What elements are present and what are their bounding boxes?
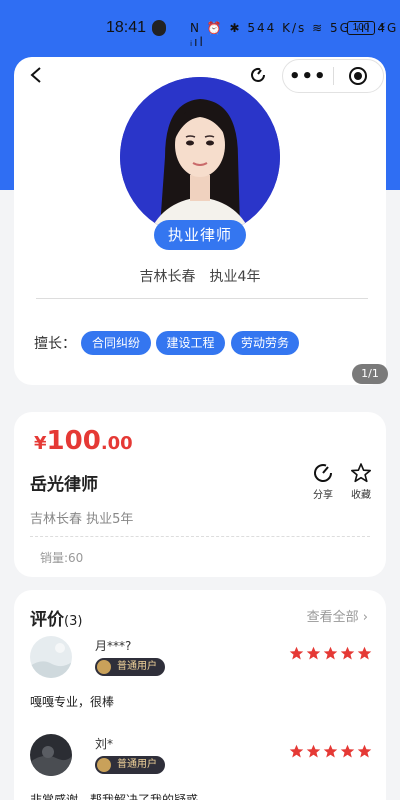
share-label: 分享 bbox=[313, 490, 333, 501]
share-button[interactable]: 分享 bbox=[308, 462, 338, 501]
qq-icon bbox=[152, 20, 166, 36]
reviews-card: 评价(3) 查看全部 › 月***? 普通用户 嘎嘎专业，很棒 刘* 普通用户 … bbox=[14, 590, 386, 800]
close-miniprogram-button[interactable] bbox=[333, 66, 383, 86]
lawyer-title-badge: 执业律师 bbox=[154, 220, 246, 250]
sales-count: 销量:60 bbox=[40, 551, 84, 565]
charging-icon: ⚡ bbox=[378, 20, 387, 34]
reviewer-name: 刘* bbox=[95, 737, 114, 751]
reviews-title: 评价(3) bbox=[30, 605, 82, 630]
product-card: ¥100.00 岳光律师 吉林长春 执业5年 分享 收藏 销量:60 bbox=[14, 412, 386, 577]
review-item: 月***? 普通用户 嘎嘎专业，很棒 bbox=[28, 636, 372, 736]
status-time: 18:41 bbox=[106, 19, 147, 36]
star-icon bbox=[340, 744, 355, 758]
dashed-divider bbox=[30, 536, 370, 537]
star-icon bbox=[289, 744, 304, 758]
page-indicator: 1/1 bbox=[352, 364, 388, 384]
price-symbol: ¥ bbox=[34, 433, 47, 454]
review-item: 刘* 普通用户 非常感谢，帮我解决了我的疑惑。 bbox=[28, 734, 372, 800]
refresh-icon bbox=[251, 67, 265, 82]
price-decimal: .00 bbox=[100, 433, 133, 454]
target-close-icon bbox=[349, 67, 368, 85]
price-integer: 100 bbox=[46, 426, 101, 456]
badge-label: 普通用户 bbox=[117, 759, 157, 770]
star-icon bbox=[306, 646, 321, 660]
chevron-left-icon bbox=[30, 67, 41, 83]
more-button[interactable]: ••• bbox=[283, 66, 333, 87]
profile-card: ••• 执业律师 吉林长春 执业4年 擅长： 合同纠纷 建设工程 劳动劳务 1/… bbox=[14, 57, 388, 385]
battery-icon: 100 bbox=[347, 21, 375, 35]
lawyer-photo bbox=[120, 77, 280, 237]
star-icon bbox=[357, 744, 372, 758]
star-icon bbox=[306, 744, 321, 758]
location-experience: 吉林长春 执业4年 bbox=[139, 269, 261, 285]
lawyer-subtitle: 吉林长春 执业5年 bbox=[30, 512, 134, 527]
favorite-label: 收藏 bbox=[351, 490, 371, 501]
skill-tag: 建设工程 bbox=[156, 331, 225, 355]
badge-label: 普通用户 bbox=[117, 661, 157, 672]
medal-icon bbox=[97, 660, 111, 674]
rating-stars bbox=[289, 744, 372, 759]
star-icon bbox=[323, 744, 338, 758]
back-button[interactable] bbox=[16, 57, 56, 93]
reviews-title-text: 评价 bbox=[30, 610, 64, 630]
review-text: 非常感谢，帮我解决了我的疑惑。 bbox=[30, 793, 211, 800]
reviewer-name: 月***? bbox=[95, 639, 132, 653]
favorite-button[interactable]: 收藏 bbox=[346, 462, 376, 501]
medal-icon bbox=[97, 758, 111, 772]
star-outline-icon bbox=[351, 463, 371, 483]
view-all-reviews-link[interactable]: 查看全部 › bbox=[307, 606, 368, 625]
share-icon bbox=[314, 464, 332, 482]
status-bar: 18:41 N ⏰ ✱ 544 K/s ≋ 5G ᵢıl 4G ᵢıl 100 … bbox=[0, 18, 400, 49]
review-text: 嘎嘎专业，很棒 bbox=[30, 695, 115, 709]
star-icon bbox=[289, 646, 304, 660]
user-level-badge: 普通用户 bbox=[95, 658, 165, 676]
skill-tag: 劳动劳务 bbox=[231, 331, 299, 355]
reviewer-avatar bbox=[30, 734, 72, 776]
skill-tag: 合同纠纷 bbox=[81, 331, 151, 355]
star-icon bbox=[340, 646, 355, 660]
skills-label: 擅长： bbox=[34, 336, 76, 352]
refresh-button[interactable] bbox=[242, 59, 274, 91]
miniprogram-capsule: ••• bbox=[282, 59, 384, 93]
reviews-count: (3) bbox=[64, 614, 83, 629]
rating-stars bbox=[289, 646, 372, 661]
star-icon bbox=[323, 646, 338, 660]
reviewer-avatar bbox=[30, 636, 72, 678]
price: ¥100.00 bbox=[34, 426, 133, 456]
lawyer-name: 岳光律师 bbox=[30, 475, 98, 495]
divider bbox=[36, 298, 368, 299]
user-level-badge: 普通用户 bbox=[95, 756, 165, 774]
star-icon bbox=[357, 646, 372, 660]
